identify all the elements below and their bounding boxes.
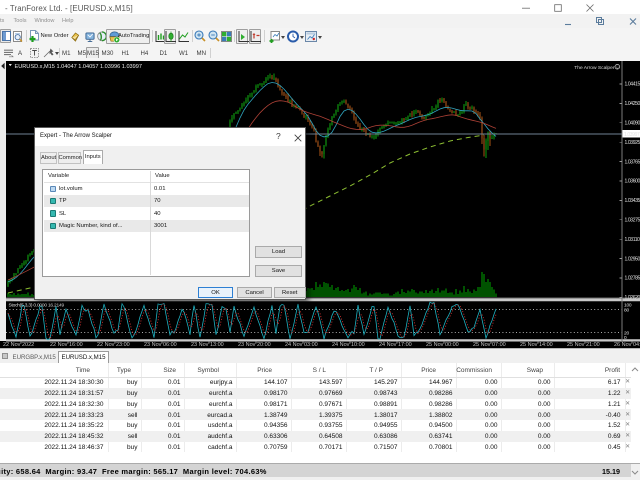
svg-text:1.03435: 1.03435 bbox=[625, 198, 640, 204]
svg-text:1.02620: 1.02620 bbox=[625, 295, 640, 301]
svg-text:80: 80 bbox=[624, 307, 629, 313]
svg-text:1.03925: 1.03925 bbox=[625, 140, 640, 146]
svg-text:1.03765: 1.03765 bbox=[625, 159, 640, 165]
svg-text:1.02785: 1.02785 bbox=[625, 276, 640, 282]
svg-text:1.03600: 1.03600 bbox=[625, 179, 640, 185]
svg-text:1.04250: 1.04250 bbox=[625, 101, 640, 107]
svg-text:1.02950: 1.02950 bbox=[625, 256, 640, 262]
svg-text:1.04090: 1.04090 bbox=[625, 121, 640, 127]
svg-text:EURUSD.x,M15 1.04047 1.04057: EURUSD.x,M15 1.04047 1.04057 1.03996 1.0… bbox=[15, 64, 143, 70]
svg-text:1.03997: 1.03997 bbox=[624, 132, 640, 138]
svg-text:100: 100 bbox=[624, 302, 632, 308]
svg-text:The Arrow Scalper: The Arrow Scalper bbox=[574, 65, 615, 71]
svg-text:1.03275: 1.03275 bbox=[625, 218, 640, 224]
svg-text:1.03110: 1.03110 bbox=[625, 237, 640, 243]
svg-text:Stoch(5,3,3) 0.0000 16.2149: Stoch(5,3,3) 0.0000 16.2149 bbox=[9, 303, 65, 309]
svg-text:1.04415: 1.04415 bbox=[625, 82, 640, 88]
